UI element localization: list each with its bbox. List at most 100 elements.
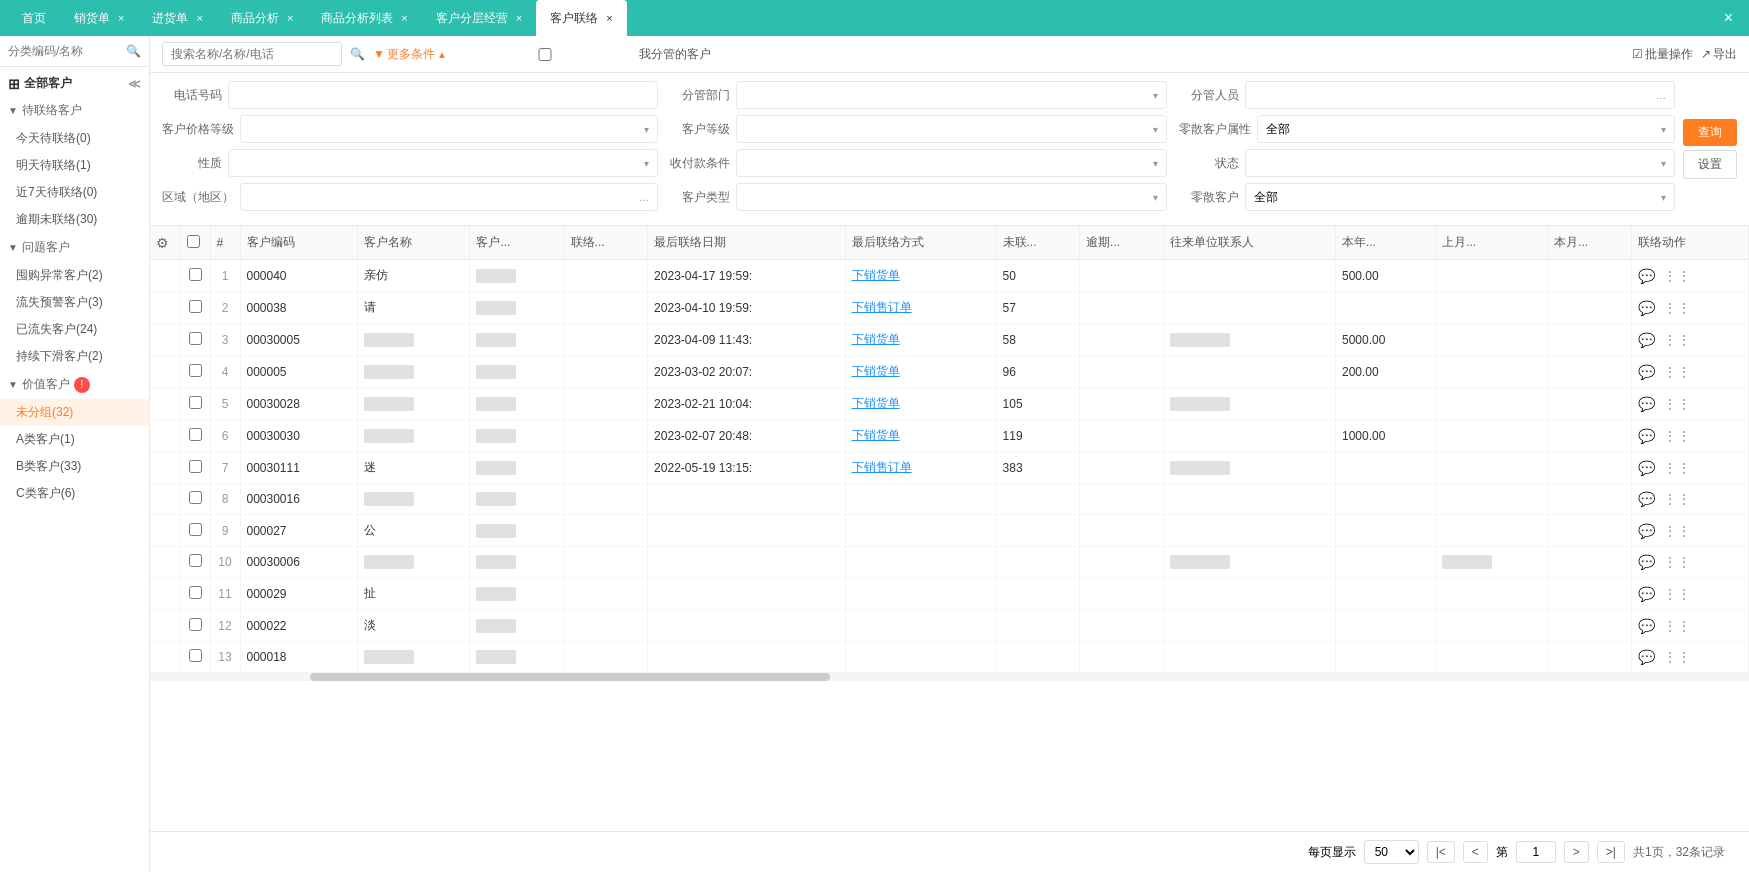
col-contact[interactable]: 联络... xyxy=(564,226,648,260)
per-page-select[interactable]: 50 20 100 xyxy=(1364,840,1419,864)
row-checkbox[interactable] xyxy=(189,491,202,504)
contact-icon[interactable]: 💬 xyxy=(1638,428,1655,444)
row-checkbox-cell[interactable] xyxy=(180,578,210,610)
more-action-icon[interactable]: ⋮⋮ xyxy=(1663,396,1691,412)
more-action-icon[interactable]: ⋮⋮ xyxy=(1663,332,1691,348)
tab-customer-tier[interactable]: 客户分层经营 × xyxy=(422,0,536,36)
col-overdue[interactable]: 逾期... xyxy=(1080,226,1164,260)
close-sales-order[interactable]: × xyxy=(118,0,124,36)
contact-icon[interactable]: 💬 xyxy=(1638,649,1655,665)
last-method-link[interactable]: 下销货单 xyxy=(852,428,900,442)
last-method-link[interactable]: 下销售订单 xyxy=(852,460,912,474)
contact-icon[interactable]: 💬 xyxy=(1638,491,1655,507)
row-checkbox-cell[interactable] xyxy=(180,292,210,324)
problem-group-title[interactable]: ▼ 问题客户 xyxy=(0,233,149,262)
sidebar-item-class-b[interactable]: B类客户(33) xyxy=(0,453,149,480)
last-page-btn[interactable]: >| xyxy=(1597,841,1625,863)
row-checkbox-cell[interactable] xyxy=(180,420,210,452)
more-action-icon[interactable]: ⋮⋮ xyxy=(1663,268,1691,284)
tab-sales-order[interactable]: 销货单 × xyxy=(60,0,138,36)
close-product-analysis-list[interactable]: × xyxy=(401,0,407,36)
contact-icon[interactable]: 💬 xyxy=(1638,586,1655,602)
more-conditions-btn[interactable]: ▼ 更多条件 ▲ xyxy=(373,46,447,63)
filter-customer-tier-select[interactable]: ▾ xyxy=(736,115,1166,143)
more-action-icon[interactable]: ⋮⋮ xyxy=(1663,523,1691,539)
more-action-icon[interactable]: ⋮⋮ xyxy=(1663,491,1691,507)
sidebar-item-overdue-pending[interactable]: 逾期未联络(30) xyxy=(0,206,149,233)
col-last-method[interactable]: 最后联络方式 xyxy=(845,226,996,260)
prev-page-btn[interactable]: < xyxy=(1463,841,1488,863)
filter-manager-select[interactable]: … xyxy=(1245,81,1675,109)
more-action-icon[interactable]: ⋮⋮ xyxy=(1663,300,1691,316)
my-customers-checkbox-label[interactable]: 我分管的客户 xyxy=(455,46,711,63)
sidebar-search-icon[interactable]: 🔍 xyxy=(126,44,141,58)
row-checkbox-cell[interactable] xyxy=(180,610,210,642)
settings-icon[interactable]: ⚙ xyxy=(156,235,169,251)
pending-group-title[interactable]: ▼ 待联络客户 xyxy=(0,96,149,125)
more-action-icon[interactable]: ⋮⋮ xyxy=(1663,554,1691,570)
contact-icon[interactable]: 💬 xyxy=(1638,300,1655,316)
next-page-btn[interactable]: > xyxy=(1564,841,1589,863)
col-checkbox[interactable] xyxy=(180,226,210,260)
more-action-icon[interactable]: ⋮⋮ xyxy=(1663,364,1691,380)
filter-phone-input[interactable] xyxy=(228,81,658,109)
more-action-icon[interactable]: ⋮⋮ xyxy=(1663,618,1691,634)
more-action-icon[interactable]: ⋮⋮ xyxy=(1663,428,1691,444)
col-last-month[interactable]: 上月... xyxy=(1436,226,1548,260)
row-checkbox[interactable] xyxy=(189,523,202,536)
filter-retail-customer-select[interactable]: 全部▾ xyxy=(1245,183,1675,211)
row-checkbox-cell[interactable] xyxy=(180,324,210,356)
sidebar-search-input[interactable] xyxy=(8,44,122,58)
col-cat[interactable]: 客户... xyxy=(470,226,564,260)
close-customer-tier[interactable]: × xyxy=(516,0,522,36)
tab-product-analysis-list[interactable]: 商品分析列表 × xyxy=(307,0,421,36)
last-method-link[interactable]: 下销货单 xyxy=(852,332,900,346)
query-button[interactable]: 查询 xyxy=(1683,119,1737,146)
row-checkbox-cell[interactable] xyxy=(180,356,210,388)
sidebar-search-box[interactable]: 🔍 xyxy=(0,36,149,67)
my-customers-checkbox[interactable] xyxy=(455,48,635,61)
tab-home[interactable]: 首页 xyxy=(8,0,60,36)
tab-customer-contact[interactable]: 客户联络 × xyxy=(536,0,626,36)
row-checkbox[interactable] xyxy=(189,428,202,441)
sidebar-item-declining[interactable]: 持续下滑客户(2) xyxy=(0,343,149,370)
col-this-year[interactable]: 本年... xyxy=(1335,226,1435,260)
close-purchase-order[interactable]: × xyxy=(196,0,202,36)
row-checkbox-cell[interactable] xyxy=(180,260,210,292)
sidebar-item-class-a[interactable]: A类客户(1) xyxy=(0,426,149,453)
search-input[interactable] xyxy=(162,42,342,66)
row-checkbox[interactable] xyxy=(189,268,202,281)
filter-dept-select[interactable]: ▾ xyxy=(736,81,1166,109)
sidebar-item-today-pending[interactable]: 今天待联络(0) xyxy=(0,125,149,152)
row-checkbox-cell[interactable] xyxy=(180,642,210,673)
row-checkbox-cell[interactable] xyxy=(180,484,210,515)
tab-product-analysis[interactable]: 商品分析 × xyxy=(217,0,307,36)
filter-region-select[interactable]: … xyxy=(240,183,658,211)
row-checkbox[interactable] xyxy=(189,460,202,473)
close-customer-contact[interactable]: × xyxy=(606,0,612,36)
close-window-icon[interactable]: × xyxy=(1716,9,1741,27)
filter-search-icon[interactable]: 🔍 xyxy=(350,47,365,61)
contact-icon[interactable]: 💬 xyxy=(1638,364,1655,380)
contact-icon[interactable]: 💬 xyxy=(1638,618,1655,634)
contact-icon[interactable]: 💬 xyxy=(1638,332,1655,348)
page-number-input[interactable] xyxy=(1516,841,1556,863)
col-partner-contact[interactable]: 往来单位联系人 xyxy=(1163,226,1335,260)
tab-purchase-order[interactable]: 进货单 × xyxy=(138,0,216,36)
row-checkbox-cell[interactable] xyxy=(180,547,210,578)
col-code[interactable]: 客户编码 xyxy=(240,226,358,260)
col-last-date[interactable]: 最后联络日期 xyxy=(648,226,845,260)
collapse-btn[interactable]: ≪ xyxy=(128,77,141,91)
sidebar-item-week-pending[interactable]: 近7天待联络(0) xyxy=(0,179,149,206)
batch-operation-btn[interactable]: ☑ 批量操作 xyxy=(1632,46,1693,63)
horizontal-scrollbar[interactable] xyxy=(150,673,1749,681)
export-btn[interactable]: ↗ 导出 xyxy=(1701,46,1737,63)
col-this-month[interactable]: 本月... xyxy=(1548,226,1632,260)
row-checkbox[interactable] xyxy=(189,332,202,345)
filter-price-tier-select[interactable]: ▾ xyxy=(240,115,658,143)
contact-icon[interactable]: 💬 xyxy=(1638,396,1655,412)
col-no-contact[interactable]: 未联... xyxy=(996,226,1080,260)
sidebar-item-churn-warning[interactable]: 流失预警客户(3) xyxy=(0,289,149,316)
row-checkbox[interactable] xyxy=(189,649,202,662)
row-checkbox-cell[interactable] xyxy=(180,388,210,420)
